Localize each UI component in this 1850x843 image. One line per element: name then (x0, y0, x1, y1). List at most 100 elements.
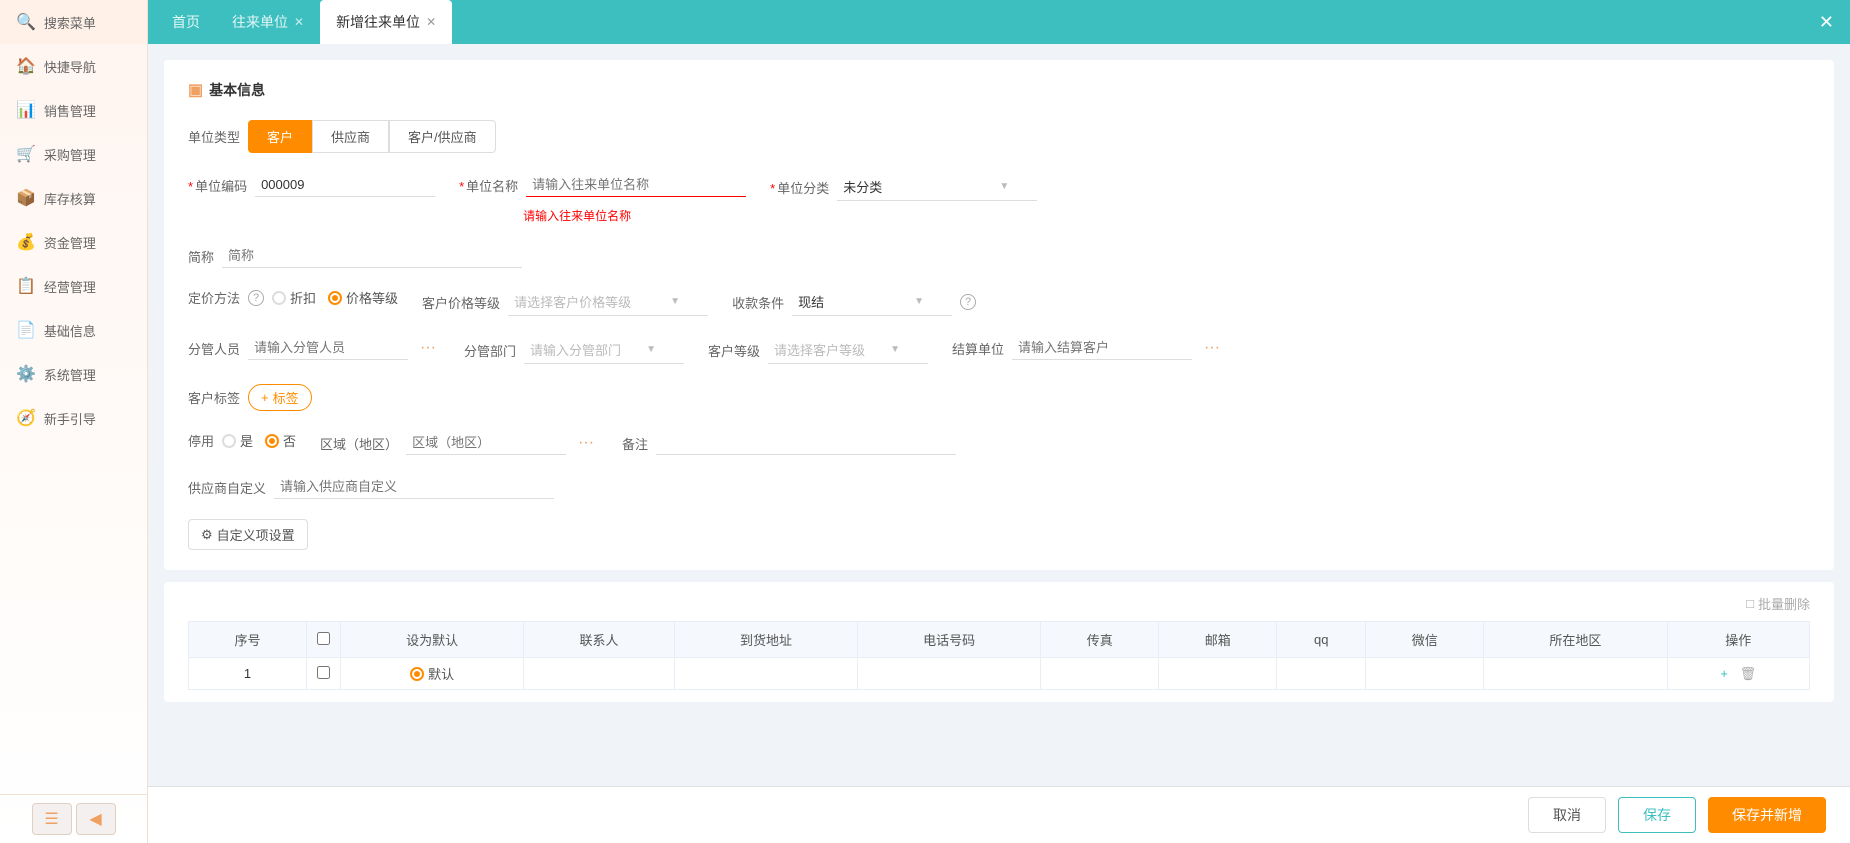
main-area: 首页 往来单位 ✕ 新增往来单位 ✕ ✕ ▣ 基本信息 单位类型 客 (148, 0, 1850, 843)
tab-new-partner-label: 新增往来单位 (336, 12, 420, 32)
radio-no[interactable]: 否 (265, 431, 296, 450)
gear-icon: ⚙ (201, 527, 213, 543)
manager-more-btn[interactable]: ··· (416, 339, 440, 357)
unit-code-input[interactable] (255, 173, 435, 197)
sidebar-item-label: 搜索菜单 (44, 13, 96, 32)
radio-discount[interactable]: 折扣 (272, 288, 316, 307)
pricing-question-icon[interactable]: ? (248, 290, 264, 306)
sidebar-item-system[interactable]: ⚙️ 系统管理 (0, 352, 147, 396)
disabled-group: 停用 是 否 (188, 431, 296, 450)
save-new-button[interactable]: 保存并新增 (1708, 797, 1826, 833)
payment-terms-select[interactable]: 现结 ▼ (792, 288, 952, 316)
radio-yes-label: 是 (240, 431, 253, 450)
add-tag-btn[interactable]: + 标签 (248, 384, 312, 411)
inventory-icon: 📦 (16, 188, 36, 208)
type-btn-both[interactable]: 客户/供应商 (389, 120, 496, 153)
region-more-btn[interactable]: ··· (574, 434, 598, 452)
type-btn-customer[interactable]: 客户 (248, 120, 312, 153)
tab-home[interactable]: 首页 (156, 0, 216, 44)
unit-type-group: 单位类型 客户 供应商 客户/供应商 (188, 120, 496, 153)
content-area: ▣ 基本信息 单位类型 客户 供应商 客户/供应商 单位编码 (148, 44, 1850, 786)
region-input[interactable] (406, 431, 566, 455)
sidebar-item-label: 快捷导航 (44, 57, 96, 76)
tag-row: 客户标签 + 标签 (188, 384, 1810, 411)
unit-name-input[interactable] (526, 173, 746, 197)
payment-terms-label: 收款条件 (732, 293, 784, 312)
price-level-label: 客户价格等级 (422, 293, 500, 312)
tab-partner[interactable]: 往来单位 ✕ (216, 0, 320, 44)
radio-yes[interactable]: 是 (222, 431, 253, 450)
save-button[interactable]: 保存 (1618, 797, 1696, 833)
customer-level-placeholder: 请选择客户等级 (774, 340, 865, 359)
manager-input[interactable] (248, 336, 408, 360)
col-address: 到货地址 (674, 622, 857, 658)
guide-icon: 🧭 (16, 408, 36, 428)
operations-icon: 📋 (16, 276, 36, 296)
type-btn-supplier[interactable]: 供应商 (312, 120, 389, 153)
section-title: ▣ 基本信息 (188, 80, 1810, 100)
col-seq: 序号 (189, 622, 307, 658)
sidebar-item-sales[interactable]: 📊 销售管理 (0, 88, 147, 132)
col-wechat: 微信 (1366, 622, 1484, 658)
add-row-btn[interactable]: + (1720, 666, 1728, 681)
radio-discount-circle (272, 291, 286, 305)
settlement-input[interactable] (1012, 336, 1192, 360)
add-tag-label: 标签 (273, 388, 299, 407)
row-default-radio[interactable]: 默认 (351, 664, 513, 683)
batch-delete-btn[interactable]: □ 批量删除 (1746, 594, 1810, 613)
region-label: 区域（地区） (320, 434, 398, 453)
disabled-row: 停用 是 否 区域（地区） ··· (188, 431, 1810, 455)
sidebar-bottom-btn-2[interactable]: ◀ (76, 803, 116, 835)
tab-new-partner[interactable]: 新增往来单位 ✕ (320, 0, 452, 44)
manager-row: 分管人员 ··· 分管部门 请输入分管部门 ▼ 客户等级 请选择客户等级 ▼ (188, 336, 1810, 364)
sidebar-item-quick-nav[interactable]: 🏠 快捷导航 (0, 44, 147, 88)
radio-yes-circle (222, 434, 236, 448)
customer-level-select[interactable]: 请选择客户等级 ▼ (768, 336, 928, 364)
row-select-checkbox[interactable] (317, 666, 330, 679)
sidebar-item-label: 系统管理 (44, 365, 96, 384)
sidebar-bottom-btn-1[interactable]: ☰ (32, 803, 72, 835)
sidebar-item-purchase[interactable]: 🛒 采购管理 (0, 132, 147, 176)
row-default-radio-circle (410, 667, 424, 681)
window-close-btn[interactable]: ✕ (1811, 12, 1842, 33)
remark-input[interactable] (656, 431, 956, 455)
supplier-custom-input[interactable] (274, 475, 554, 499)
department-arrow: ▼ (646, 344, 656, 355)
price-level-select[interactable]: 请选择客户价格等级 ▼ (508, 288, 708, 316)
radio-price-level[interactable]: 价格等级 (328, 288, 398, 307)
sidebar-item-label: 新手引导 (44, 409, 96, 428)
payment-question-icon[interactable]: ? (960, 294, 976, 310)
price-level-arrow: ▼ (670, 296, 680, 307)
table-actions: □ 批量删除 (188, 594, 1810, 613)
tab-new-partner-close[interactable]: ✕ (426, 15, 436, 29)
tag-group: 客户标签 + 标签 (188, 384, 312, 411)
payment-terms-arrow: ▼ (914, 296, 924, 307)
pricing-row: 定价方法 ? 折扣 价格等级 客户价格等级 (188, 288, 1810, 316)
department-label: 分管部门 (464, 341, 516, 360)
table-section: □ 批量删除 序号 设为默认 联系人 到货地址 电话号码 传真 邮箱 qq (164, 582, 1834, 702)
price-level-placeholder: 请选择客户价格等级 (514, 292, 631, 311)
sidebar-item-finance[interactable]: 💰 资金管理 (0, 220, 147, 264)
payment-terms-group: 收款条件 现结 ▼ ? (732, 288, 976, 316)
tab-partner-close[interactable]: ✕ (294, 15, 304, 29)
short-name-input[interactable] (222, 244, 522, 268)
delete-row-btn[interactable]: 🗑 (1740, 666, 1757, 681)
sidebar-item-basic[interactable]: 📄 基础信息 (0, 308, 147, 352)
sidebar-item-search[interactable]: 🔍 搜索菜单 (0, 0, 147, 44)
cancel-button[interactable]: 取消 (1528, 797, 1606, 833)
unit-category-select[interactable]: 未分类 ▼ (837, 173, 1037, 201)
supplier-custom-label: 供应商自定义 (188, 478, 266, 497)
custom-settings-btn[interactable]: ⚙ 自定义项设置 (188, 519, 308, 550)
row-contact (524, 658, 675, 690)
settlement-label: 结算单位 (952, 339, 1004, 358)
row-region (1484, 658, 1667, 690)
tab-partner-label: 往来单位 (232, 12, 288, 32)
footer: 取消 保存 保存并新增 (148, 786, 1850, 843)
sidebar-item-guide[interactable]: 🧭 新手引导 (0, 396, 147, 440)
select-all-checkbox[interactable] (317, 632, 330, 645)
sidebar-item-inventory[interactable]: 📦 库存核算 (0, 176, 147, 220)
col-fax: 传真 (1041, 622, 1159, 658)
settlement-more-btn[interactable]: ··· (1200, 339, 1224, 357)
department-select[interactable]: 请输入分管部门 ▼ (524, 336, 684, 364)
sidebar-item-operations[interactable]: 📋 经营管理 (0, 264, 147, 308)
